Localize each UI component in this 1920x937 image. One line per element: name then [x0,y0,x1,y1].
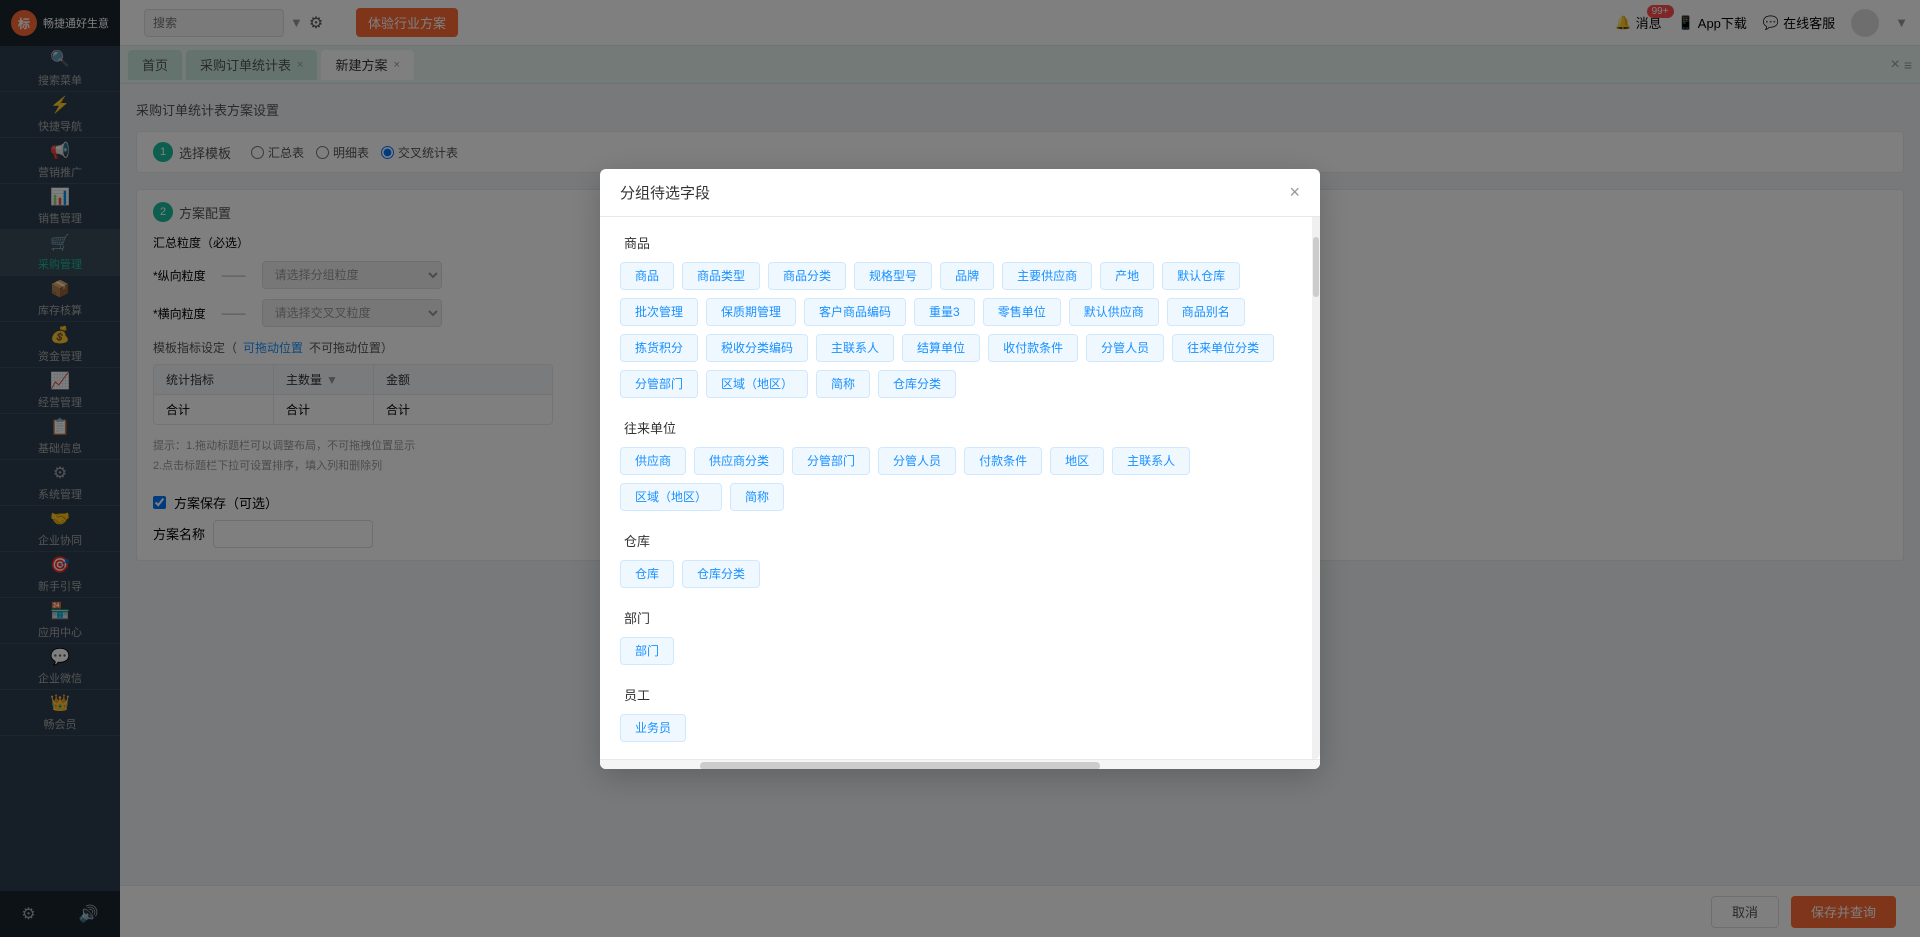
field-tag[interactable]: 仓库分类 [878,370,956,398]
modal-title: 分组待选字段 [620,182,710,203]
modal-header: 分组待选字段 × [600,169,1320,217]
section-department: 部门 部门 [620,608,1292,665]
section-warehouse-title: 仓库 [620,531,1292,550]
modal-horizontal-scrollbar[interactable] [600,759,1320,769]
field-tag[interactable]: 品牌 [940,262,994,290]
field-tag[interactable]: 规格型号 [854,262,932,290]
section-warehouse: 仓库 仓库 仓库分类 [620,531,1292,588]
field-tag[interactable]: 收付款条件 [988,334,1078,362]
field-tag[interactable]: 仓库 [620,560,674,588]
field-tag[interactable]: 业务员 [620,714,686,742]
employee-fields-grid: 业务员 [620,714,1292,742]
field-tag[interactable]: 供应商分类 [694,447,784,475]
department-fields-grid: 部门 [620,637,1292,665]
modal-content-area: 商品 商品 商品类型 商品分类 规格型号 品牌 主要供应商 产地 默认仓库 批次… [600,217,1320,759]
warehouse-fields-grid: 仓库 仓库分类 [620,560,1292,588]
field-tag[interactable]: 区域（地区） [706,370,808,398]
field-tag[interactable]: 零售单位 [983,298,1061,326]
field-tag[interactable]: 主联系人 [1112,447,1190,475]
section-employee-title: 员工 [620,685,1292,704]
field-tag[interactable]: 商品分类 [768,262,846,290]
section-partner-title: 往来单位 [620,418,1292,437]
field-tag[interactable]: 产地 [1100,262,1154,290]
horizontal-scroll-thumb [700,762,1100,769]
section-product: 商品 商品 商品类型 商品分类 规格型号 品牌 主要供应商 产地 默认仓库 批次… [620,233,1292,398]
field-tag[interactable]: 地区 [1050,447,1104,475]
partner-fields-grid: 供应商 供应商分类 分管部门 分管人员 付款条件 地区 主联系人 区域（地区） … [620,447,1292,511]
field-tag[interactable]: 重量3 [914,298,975,326]
field-tag[interactable]: 结算单位 [902,334,980,362]
field-tag[interactable]: 商品 [620,262,674,290]
section-department-title: 部门 [620,608,1292,627]
field-tag[interactable]: 客户商品编码 [804,298,906,326]
field-tag[interactable]: 税收分类编码 [706,334,808,362]
section-product-title: 商品 [620,233,1292,252]
field-tag[interactable]: 分管人员 [1086,334,1164,362]
section-partner: 往来单位 供应商 供应商分类 分管部门 分管人员 付款条件 地区 主联系人 区域… [620,418,1292,511]
field-tag[interactable]: 部门 [620,637,674,665]
field-tag[interactable]: 商品类型 [682,262,760,290]
field-tag[interactable]: 分管部门 [620,370,698,398]
field-tag[interactable]: 商品别名 [1167,298,1245,326]
field-tag[interactable]: 默认仓库 [1162,262,1240,290]
modal-body: 商品 商品 商品类型 商品分类 规格型号 品牌 主要供应商 产地 默认仓库 批次… [600,217,1312,759]
field-tag[interactable]: 简称 [816,370,870,398]
field-tag[interactable]: 默认供应商 [1069,298,1159,326]
field-tag[interactable]: 供应商 [620,447,686,475]
field-tag[interactable]: 保质期管理 [706,298,796,326]
section-employee: 员工 业务员 [620,685,1292,742]
modal-overlay: 分组待选字段 × 商品 商品 商品类型 商品分类 规格型号 品牌 主要供应商 产… [0,0,1920,937]
modal-dialog: 分组待选字段 × 商品 商品 商品类型 商品分类 规格型号 品牌 主要供应商 产… [600,169,1320,769]
field-tag[interactable]: 仓库分类 [682,560,760,588]
modal-close-btn[interactable]: × [1289,182,1300,203]
product-fields-grid: 商品 商品类型 商品分类 规格型号 品牌 主要供应商 产地 默认仓库 批次管理 … [620,262,1292,398]
field-tag[interactable]: 主要供应商 [1002,262,1092,290]
field-tag[interactable]: 主联系人 [816,334,894,362]
field-tag[interactable]: 简称 [730,483,784,511]
field-tag[interactable]: 往来单位分类 [1172,334,1274,362]
field-tag[interactable]: 分管部门 [792,447,870,475]
scrollbar-thumb [1313,237,1319,297]
field-tag[interactable]: 拣货积分 [620,334,698,362]
modal-scrollbar[interactable] [1312,217,1320,759]
field-tag[interactable]: 分管人员 [878,447,956,475]
field-tag[interactable]: 付款条件 [964,447,1042,475]
field-tag[interactable]: 批次管理 [620,298,698,326]
field-tag[interactable]: 区域（地区） [620,483,722,511]
